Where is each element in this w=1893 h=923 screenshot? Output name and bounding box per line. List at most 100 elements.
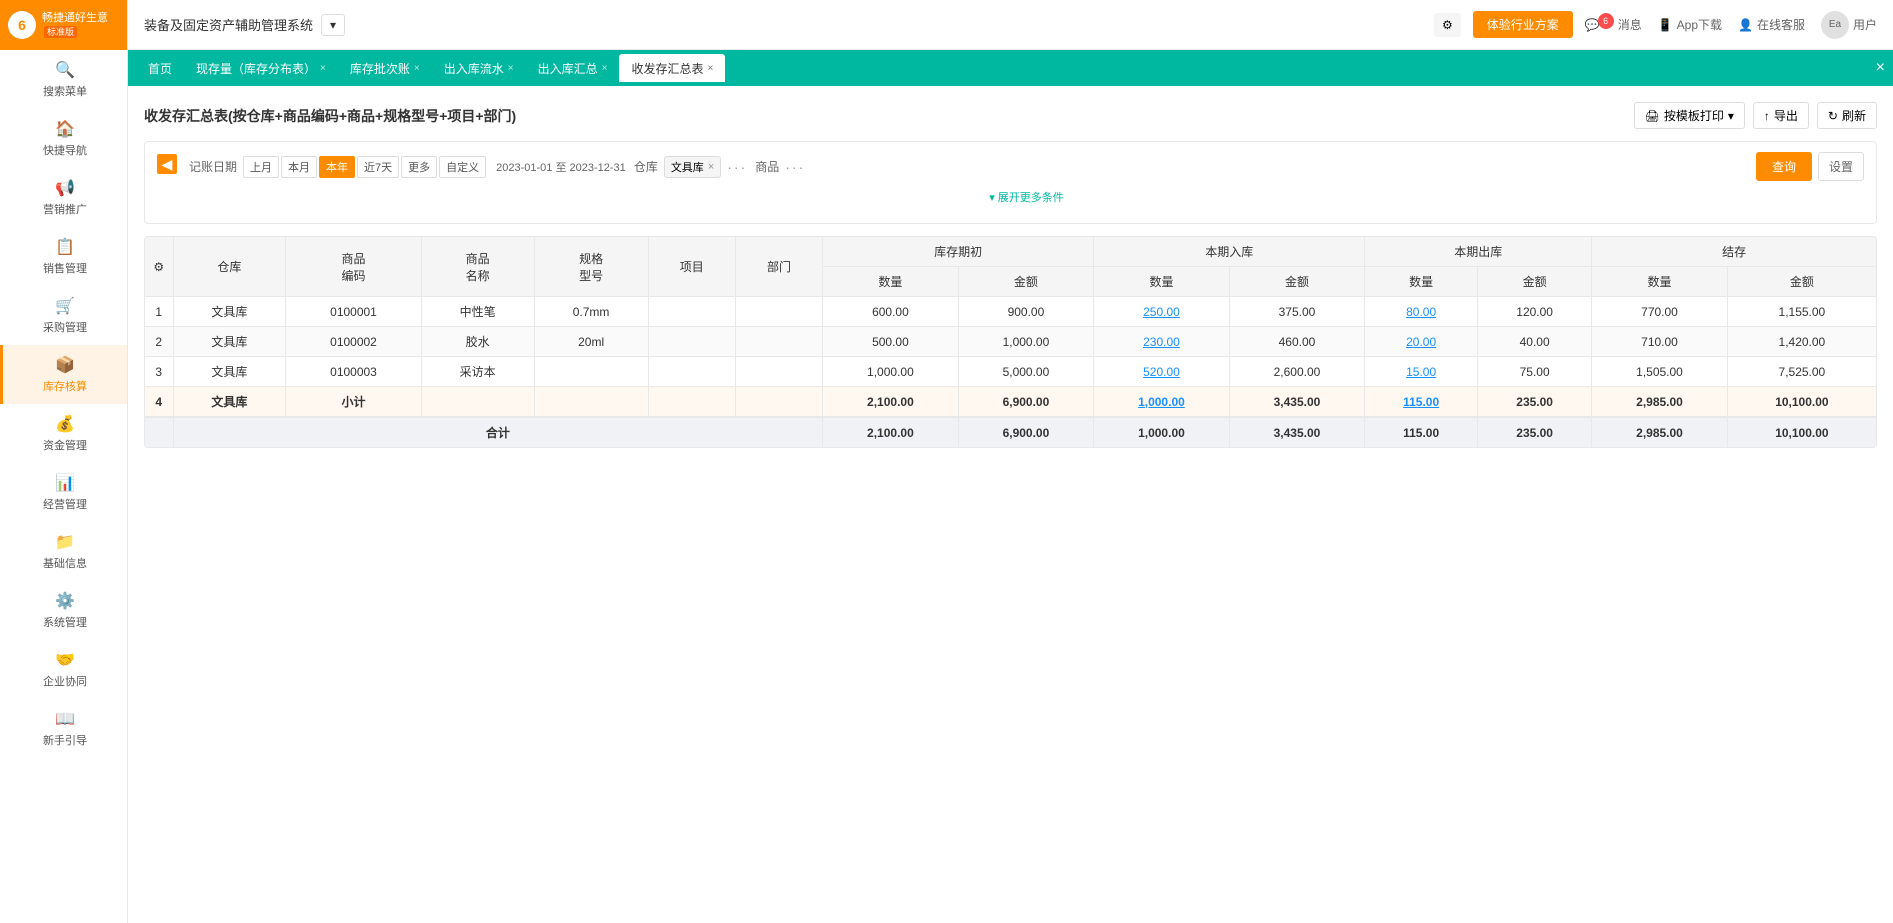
col-out-qty-header: 数量 (1365, 267, 1478, 297)
tab-receipt-summary-close[interactable]: × (707, 63, 713, 74)
date-btn-last-month[interactable]: 上月 (243, 156, 279, 178)
tab-batch-ledger-label: 库存批次账 (350, 60, 410, 77)
sidebar-item-finance[interactable]: 💰 资金管理 (0, 404, 127, 463)
subtotal-label: 小计 (286, 387, 422, 418)
subtotal-in-qty[interactable]: 1,000.00 (1094, 387, 1230, 418)
filter-bar: ◀ 记账日期 上月 本月 本年 近7天 更多 自定义 (144, 141, 1877, 224)
sidebar-item-base[interactable]: 📁 基础信息 (0, 522, 127, 581)
row3-out-qty-link[interactable]: 15.00 (1406, 365, 1436, 379)
user-action[interactable]: Ea 用户 (1821, 11, 1877, 39)
print-label: 按模板打印 (1664, 107, 1724, 124)
row2-out-qty[interactable]: 20.00 (1365, 327, 1478, 357)
date-btn-more[interactable]: 更多 (401, 156, 437, 178)
tab-flow[interactable]: 出入库流水 × (432, 54, 526, 82)
goods-filter-label: 商品 (755, 158, 779, 175)
sidebar-item-marketing[interactable]: 📢 营销推广 (0, 168, 127, 227)
filter-group-date: 记账日期 上月 本月 本年 近7天 更多 自定义 2023-01-01 至 20… (189, 156, 626, 178)
row1-out-qty[interactable]: 80.00 (1365, 297, 1478, 327)
sidebar-item-inventory[interactable]: 📦 库存核算 (0, 345, 127, 404)
goods-more[interactable]: ··· (785, 159, 805, 175)
row1-in-qty[interactable]: 250.00 (1094, 297, 1230, 327)
row2-warehouse: 文具库 (173, 327, 286, 357)
row2-project (648, 327, 735, 357)
export-button[interactable]: ↑ 导出 (1753, 102, 1809, 129)
filter-settings-button[interactable]: 设置 (1818, 152, 1864, 181)
warehouse-filter-label: 仓库 (634, 158, 658, 175)
row2-in-qty[interactable]: 230.00 (1094, 327, 1230, 357)
sidebar-item-quicknav[interactable]: 🏠 快捷导航 (0, 109, 127, 168)
warehouse-tag-close[interactable]: × (708, 161, 714, 173)
filter-toggle-button[interactable]: ◀ (157, 154, 177, 174)
filter-group-goods: 商品 ··· (755, 158, 805, 175)
date-btn-this-year[interactable]: 本年 (319, 156, 355, 178)
tab-inventory-dist[interactable]: 现存量（库存分布表） × (184, 54, 338, 82)
row3-code: 0100003 (286, 357, 422, 387)
date-btn-custom[interactable]: 自定义 (439, 156, 486, 178)
tab-summary-close[interactable]: × (602, 63, 608, 74)
expand-conditions-button[interactable]: ▾ 展开更多条件 (989, 189, 1064, 205)
sidebar-item-purchase[interactable]: 🛒 采购管理 (0, 286, 127, 345)
close-all-tabs[interactable]: × (1876, 59, 1885, 77)
sidebar-item-newbie[interactable]: 📖 新手引导 (0, 699, 127, 758)
tab-receipt-summary[interactable]: 收发存汇总表 × (619, 54, 725, 82)
row2-no: 2 (145, 327, 173, 357)
sidebar: 6 畅捷通好生意 标准版 🔍 搜索菜单 🏠 快捷导航 📢 营销推广 📋 销售管理… (0, 0, 128, 923)
tab-summary[interactable]: 出入库汇总 × (526, 54, 620, 82)
demo-button[interactable]: 体验行业方案 (1473, 11, 1573, 38)
subtotal-row: 4 文具库 小计 2,100.00 6,900.00 1,000.00 3,43… (145, 387, 1876, 418)
app-download-action[interactable]: 📱 App下载 (1658, 16, 1722, 33)
message-action[interactable]: 💬 6 消息 (1585, 16, 1642, 33)
subtotal-in-qty-link[interactable]: 1,000.00 (1138, 395, 1185, 409)
col-balance-header: 结存 (1592, 237, 1876, 267)
col-settings-header[interactable]: ⚙ (145, 237, 173, 297)
message-badge: 6 (1598, 13, 1614, 29)
row3-in-amt: 2,600.00 (1229, 357, 1365, 387)
row3-in-qty[interactable]: 520.00 (1094, 357, 1230, 387)
main-area: 装备及固定资产辅助管理系统 ▾ ⚙ 体验行业方案 💬 6 消息 📱 App下载 … (128, 0, 1893, 923)
online-service-label: 在线客服 (1757, 16, 1805, 33)
tab-batch-ledger[interactable]: 库存批次账 × (338, 54, 432, 82)
row2-code: 0100002 (286, 327, 422, 357)
row1-out-amt: 120.00 (1478, 297, 1592, 327)
row3-out-qty[interactable]: 15.00 (1365, 357, 1478, 387)
date-btn-7days[interactable]: 近7天 (357, 156, 399, 178)
sidebar-item-operations[interactable]: 📊 经营管理 (0, 463, 127, 522)
subtotal-out-qty-link[interactable]: 115.00 (1403, 395, 1439, 409)
subtotal-out-qty[interactable]: 115.00 (1365, 387, 1478, 418)
operations-icon: 📊 (55, 473, 75, 493)
sidebar-item-enterprise[interactable]: 🤝 企业协同 (0, 640, 127, 699)
row3-project (648, 357, 735, 387)
phone-icon: 📱 (1658, 18, 1673, 32)
topbar: 装备及固定资产辅助管理系统 ▾ ⚙ 体验行业方案 💬 6 消息 📱 App下载 … (128, 0, 1893, 50)
sidebar-item-search[interactable]: 🔍 搜索菜单 (0, 50, 127, 109)
tab-batch-ledger-close[interactable]: × (414, 63, 420, 74)
row3-in-qty-link[interactable]: 520.00 (1143, 365, 1180, 379)
sidebar-item-sales[interactable]: 📋 销售管理 (0, 227, 127, 286)
online-service-action[interactable]: 👤 在线客服 (1738, 16, 1805, 33)
system-dropdown[interactable]: ▾ (321, 14, 345, 36)
row3-name: 采访本 (421, 357, 534, 387)
total-row: 合计 2,100.00 6,900.00 1,000.00 3,435.00 1… (145, 417, 1876, 447)
row1-out-qty-link[interactable]: 80.00 (1406, 305, 1436, 319)
settings-button[interactable]: ⚙ (1434, 13, 1461, 37)
tab-flow-close[interactable]: × (508, 63, 514, 74)
col-in-header: 本期入库 (1094, 237, 1365, 267)
expand-row: ▾ 展开更多条件 (189, 189, 1864, 205)
row1-in-qty-link[interactable]: 250.00 (1143, 305, 1180, 319)
date-btn-this-month[interactable]: 本月 (281, 156, 317, 178)
col-out-header: 本期出库 (1365, 237, 1592, 267)
print-button[interactable]: 🖨 按模板打印 ▾ (1634, 102, 1745, 129)
tab-home-label: 首页 (148, 60, 172, 77)
row2-in-qty-link[interactable]: 230.00 (1143, 335, 1180, 349)
row2-bal-amt: 1,420.00 (1727, 327, 1876, 357)
tab-inventory-dist-close[interactable]: × (320, 63, 326, 74)
system-title-label: 装备及固定资产辅助管理系统 (144, 15, 313, 34)
sidebar-item-system[interactable]: ⚙️ 系统管理 (0, 581, 127, 640)
base-icon: 📁 (55, 532, 75, 552)
warehouse-more[interactable]: ··· (727, 159, 747, 175)
tab-home[interactable]: 首页 (136, 54, 184, 82)
query-button[interactable]: 查询 (1756, 152, 1812, 181)
refresh-button[interactable]: ↻ 刷新 (1817, 102, 1877, 129)
row3-open-qty: 1,000.00 (823, 357, 959, 387)
row2-out-qty-link[interactable]: 20.00 (1406, 335, 1436, 349)
